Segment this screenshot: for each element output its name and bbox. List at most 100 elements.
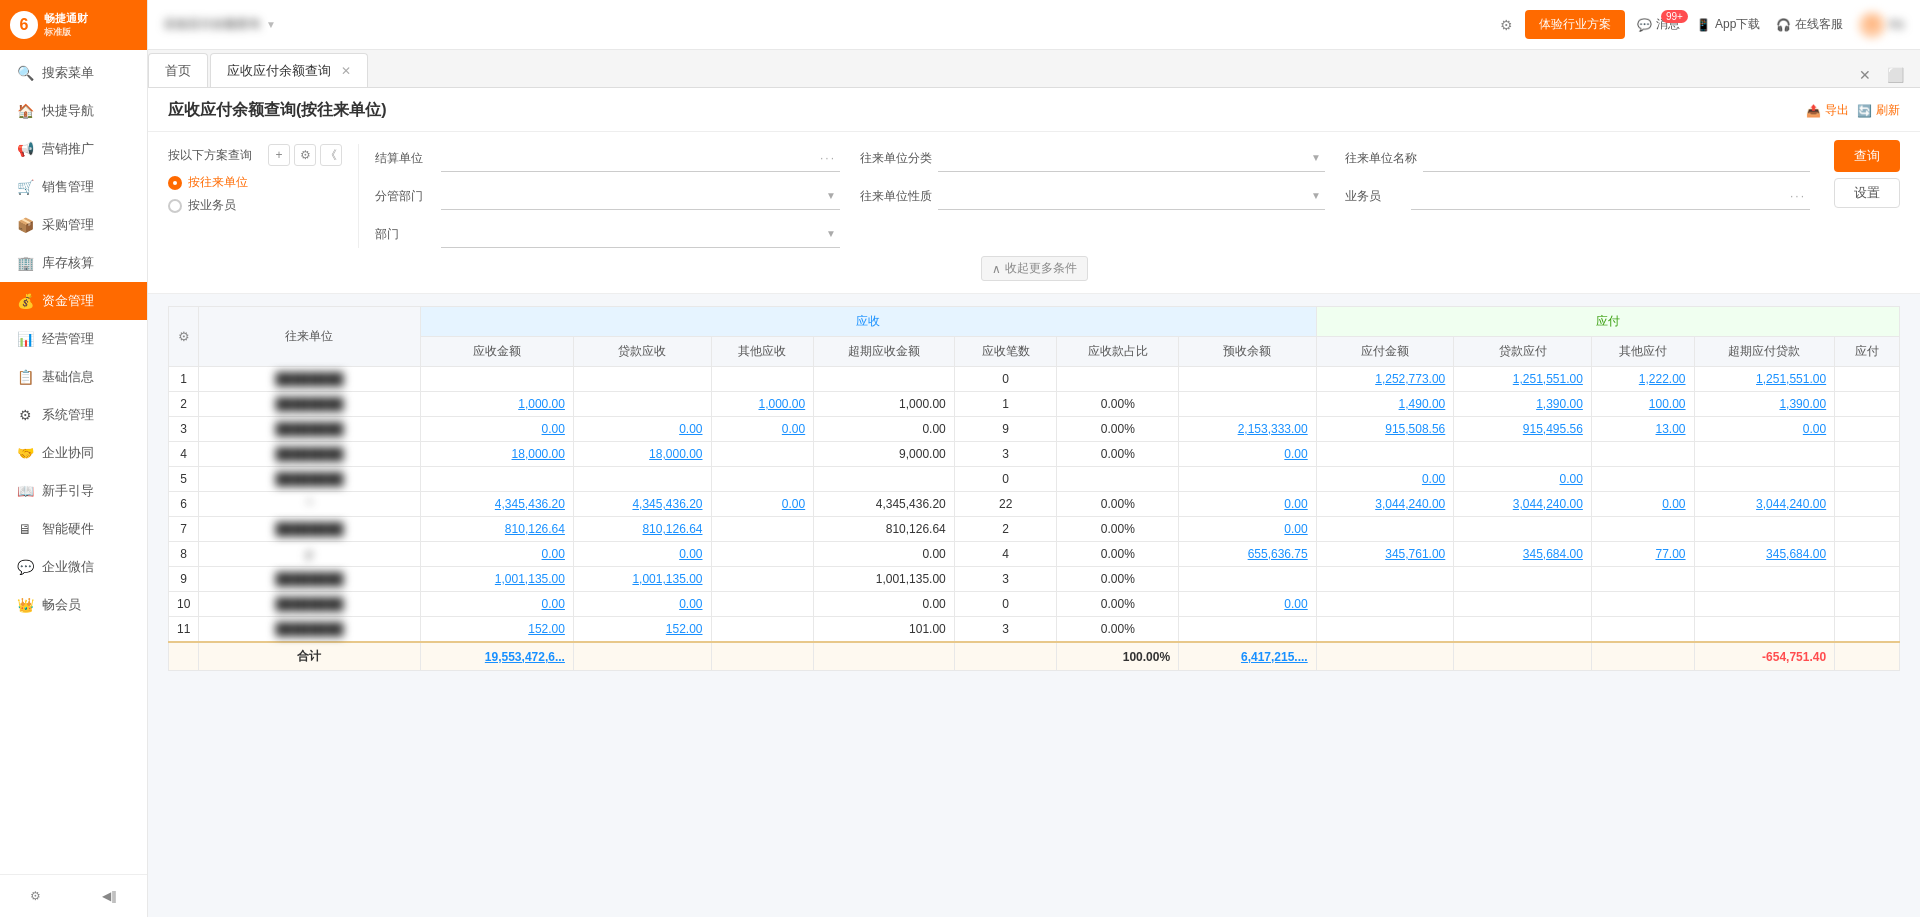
top-header: 应收应付余额查询 ▼ ⚙ 体验行业方案 💬 消息 99+ 📱 App下载 🎧 在… (148, 0, 1920, 50)
header-gear-icon[interactable]: ⚙ (1500, 17, 1513, 33)
app-download-btn[interactable]: 📱 App下载 (1696, 16, 1760, 33)
industry-btn[interactable]: 体验行业方案 (1525, 10, 1625, 39)
message-icon: 💬 (1637, 18, 1652, 32)
filter-mode-by-partner[interactable]: 按往来单位 (168, 174, 342, 191)
refresh-btn[interactable]: 🔄 刷新 (1857, 102, 1900, 119)
sidebar-item-guide[interactable]: 📖 新手引导 (0, 472, 147, 510)
salesman-input[interactable]: ··· (1411, 182, 1810, 210)
ar-overdue-header: 超期应收金额 (814, 337, 955, 367)
radio-salesman (168, 199, 182, 213)
collapse-chevron-icon: ∧ (992, 262, 1001, 276)
settlement-unit-input[interactable]: ··· (441, 144, 840, 172)
footer-ap-overdue: -654,751.40 (1694, 642, 1835, 671)
partner-cell: ^ (199, 492, 420, 517)
user-name: Rit (1889, 18, 1904, 32)
sidebar-item-quick[interactable]: 🏠 快捷导航 (0, 92, 147, 130)
clipboard-icon: 📋 (16, 369, 34, 385)
app-edition: 标准版 (44, 26, 88, 39)
filter-settlement-unit: 结算单位 ··· (375, 144, 840, 172)
sidebar-settings-btn[interactable]: ⚙ (20, 883, 51, 909)
tab-ar-ap[interactable]: 应收应付余额查询 ✕ (210, 53, 368, 87)
partner-cell: ████████ (199, 442, 420, 467)
sidebar-item-finance[interactable]: 💰 资金管理 (0, 282, 147, 320)
sidebar-item-inventory[interactable]: 🏢 库存核算 (0, 244, 147, 282)
table-settings-icon[interactable]: ⚙ (178, 329, 190, 344)
sidebar-item-marketing[interactable]: 📢 营销推广 (0, 130, 147, 168)
customer-service-btn[interactable]: 🎧 在线客服 (1776, 16, 1843, 33)
message-btn[interactable]: 💬 消息 99+ (1637, 16, 1680, 33)
ar-ratio-header: 应收款占比 (1057, 337, 1179, 367)
partner-category-input[interactable]: ▼ (938, 144, 1325, 172)
query-btn[interactable]: 查询 (1834, 140, 1900, 172)
partner-cell: ████████ (199, 467, 420, 492)
ar-prepay-header: 预收余额 (1179, 337, 1317, 367)
sidebar-nav: 🔍 搜索菜单 🏠 快捷导航 📢 营销推广 🛒 销售管理 📦 采购管理 🏢 库存核… (0, 50, 147, 874)
dept-head-chevron: ▼ (826, 190, 836, 201)
footer-ar-prepay[interactable]: 6,417,215.... (1179, 642, 1317, 671)
table-row: 8p0.000.000.0040.00%655,636.75345,761.00… (169, 542, 1900, 567)
sidebar-item-wechat[interactable]: 💬 企业微信 (0, 548, 147, 586)
megaphone-icon: 📢 (16, 141, 34, 157)
filter-icons: + ⚙ 《 (268, 144, 342, 166)
user-menu[interactable]: R Rit (1859, 12, 1904, 38)
payable-group-header: 应付 (1316, 307, 1899, 337)
table-row: 7████████810,126.64810,126.64810,126.642… (169, 517, 1900, 542)
filter-settings-btn[interactable]: ⚙ (294, 144, 316, 166)
partner-nature-label: 往来单位性质 (860, 188, 932, 205)
sidebar-item-basic[interactable]: 📋 基础信息 (0, 358, 147, 396)
partner-nature-input[interactable]: ▼ (938, 182, 1325, 210)
ar-amount-header: 应收金额 (420, 337, 573, 367)
book-icon: 📖 (16, 483, 34, 499)
building-icon: 🏢 (16, 255, 34, 271)
partner-cell: ████████ (199, 392, 420, 417)
sidebar-item-sales[interactable]: 🛒 销售管理 (0, 168, 147, 206)
page-header: 应收应付余额查询(按往来单位) 📤 导出 🔄 刷新 (148, 88, 1920, 132)
collapse-bar: ∧ 收起更多条件 (168, 256, 1900, 281)
ap-extra-header: 应付 (1835, 337, 1900, 367)
sidebar-item-management[interactable]: 📊 经营管理 (0, 320, 147, 358)
sidebar-item-purchase[interactable]: 📦 采购管理 (0, 206, 147, 244)
sidebar-item-hardware[interactable]: 🖥 智能硬件 (0, 510, 147, 548)
filter-mode-by-salesman[interactable]: 按业务员 (168, 197, 342, 214)
app-name: 畅捷通财 (44, 11, 88, 26)
sidebar-footer: ⚙ ◀‖ (0, 874, 147, 917)
filter-dept-head: 分管部门 ▼ (375, 182, 840, 210)
filter-collapse-btn[interactable]: 《 (320, 144, 342, 166)
ap-overdue-header: 超期应付贷款 (1694, 337, 1835, 367)
table-row: 6^4,345,436.204,345,436.200.004,345,436.… (169, 492, 1900, 517)
ar-count-header: 应收笔数 (954, 337, 1057, 367)
partner-cell: ████████ (199, 617, 420, 643)
ap-amount-header: 应付金额 (1316, 337, 1454, 367)
header-right: 💬 消息 99+ 📱 App下载 🎧 在线客服 R Rit (1637, 12, 1904, 38)
filter-setting-btn[interactable]: 设置 (1834, 178, 1900, 208)
tab-home[interactable]: 首页 (148, 53, 208, 87)
table-row: 2████████1,000.001,000.001,000.0010.00%1… (169, 392, 1900, 417)
collapse-more-btn[interactable]: ∧ 收起更多条件 (981, 256, 1088, 281)
sidebar-collapse-btn[interactable]: ◀‖ (92, 883, 127, 909)
dept-input[interactable]: ▼ (441, 220, 840, 248)
sidebar-item-collab[interactable]: 🤝 企业协同 (0, 434, 147, 472)
sidebar-item-search[interactable]: 🔍 搜索菜单 (0, 54, 147, 92)
tab-maximize-btn[interactable]: ⬜ (1883, 63, 1908, 87)
sidebar-item-member[interactable]: 👑 畅会员 (0, 586, 147, 624)
filter-add-btn[interactable]: + (268, 144, 290, 166)
export-icon: 📤 (1806, 104, 1821, 118)
receivable-group-header: 应收 (420, 307, 1316, 337)
handshake-icon: 🤝 (16, 445, 34, 461)
partner-name-label: 往来单位名称 (1345, 150, 1417, 167)
partner-cell: ████████ (199, 367, 420, 392)
tab-close-window-btn[interactable]: ✕ (1855, 63, 1875, 87)
export-btn[interactable]: 📤 导出 (1806, 102, 1849, 119)
collapse-icon: ◀‖ (102, 889, 117, 903)
sidebar-item-system[interactable]: ⚙ 系统管理 (0, 396, 147, 434)
partner-name-input[interactable] (1423, 144, 1810, 172)
table-row: 11████████152.00152.00101.0030.00% (169, 617, 1900, 643)
table-settings-header[interactable]: ⚙ (169, 307, 199, 367)
dept-head-input[interactable]: ▼ (441, 182, 840, 210)
tab-close-icon[interactable]: ✕ (341, 64, 351, 78)
table-row: 4████████18,000.0018,000.009,000.0030.00… (169, 442, 1900, 467)
chat-icon: 💬 (16, 559, 34, 575)
partner-col-header: 往来单位 (199, 307, 420, 367)
footer-ar-total[interactable]: 19,553,472,6... (420, 642, 573, 671)
sidebar: 6 畅捷通财 标准版 🔍 搜索菜单 🏠 快捷导航 📢 营销推广 🛒 销售管理 📦… (0, 0, 148, 917)
